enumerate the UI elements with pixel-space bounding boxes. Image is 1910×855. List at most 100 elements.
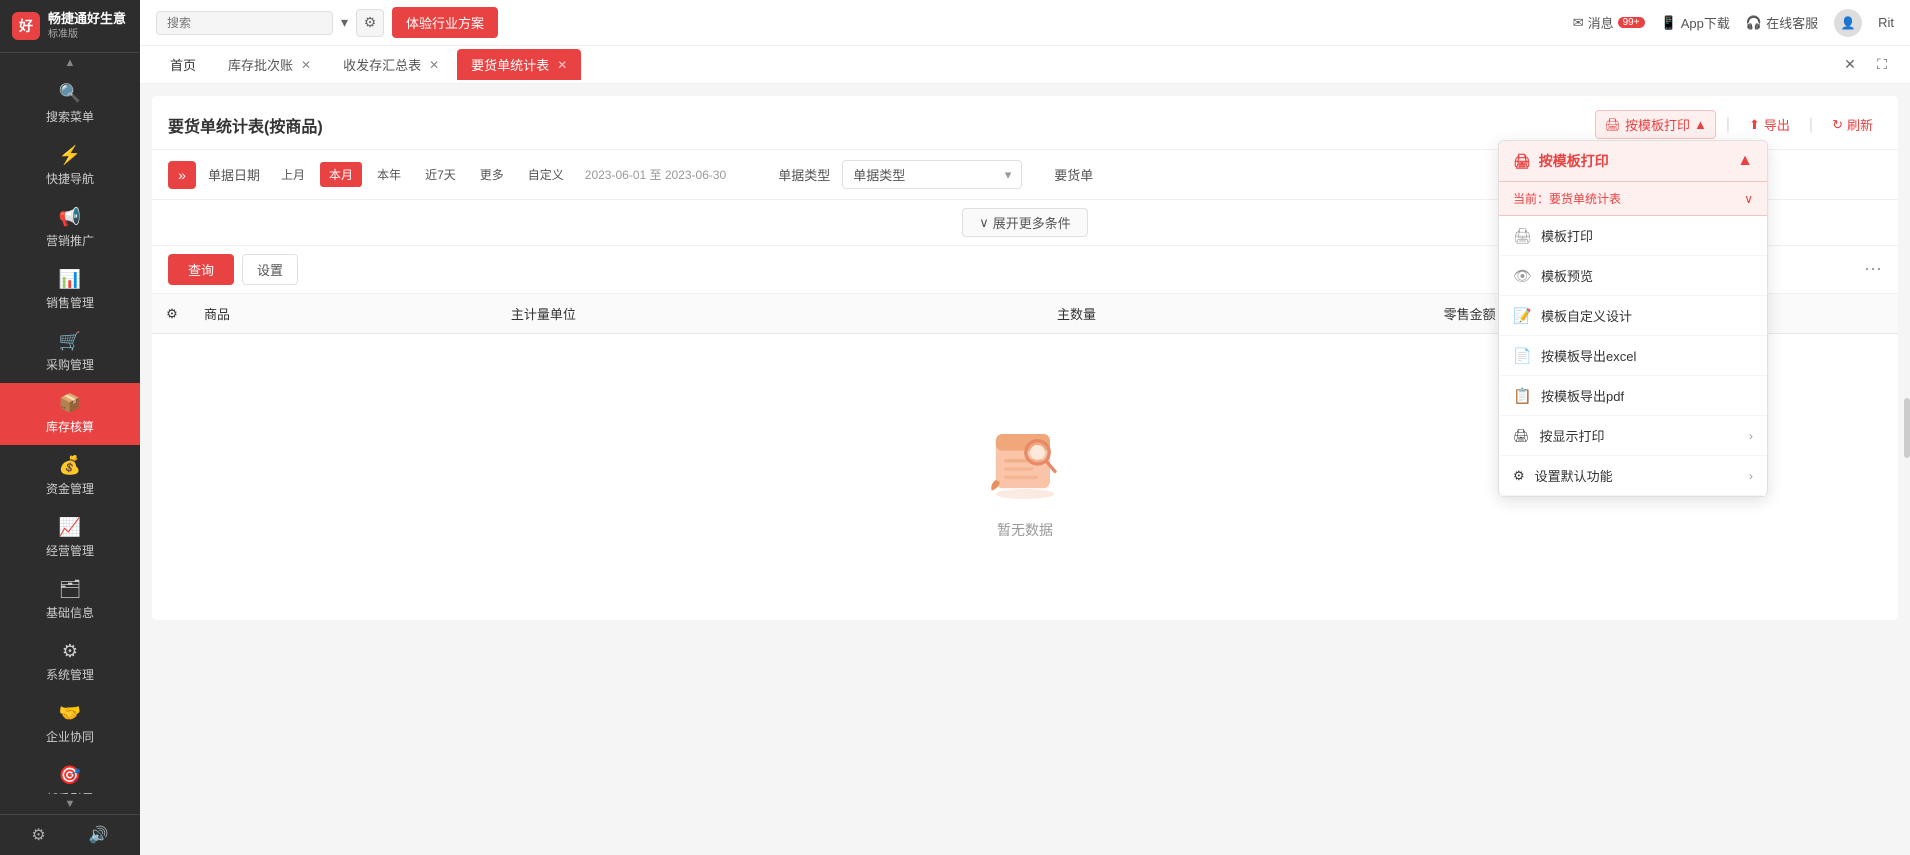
- order-goods-group: 要货单: [1054, 165, 1093, 184]
- date-btn-custom[interactable]: 自定义: [519, 162, 573, 187]
- inventory-icon: 📦: [59, 393, 81, 414]
- print-set-default-item[interactable]: ⚙ 设置默认功能 ›: [1499, 456, 1767, 496]
- message-btn[interactable]: ✉ 消息 99+: [1573, 13, 1645, 32]
- print-template-preview-item[interactable]: 👁 模板预览: [1499, 256, 1767, 296]
- header-settings-btn[interactable]: ⚙: [356, 9, 384, 37]
- order-type-dropdown[interactable]: 单据类型 ▾: [842, 160, 1022, 189]
- date-btn-prev-month[interactable]: 上月: [272, 162, 314, 187]
- template-print-icon: 🖨: [1513, 227, 1531, 245]
- date-btn-current-month[interactable]: 本月: [320, 162, 362, 187]
- print-template-pdf-item[interactable]: 📋 按模板导出pdf: [1499, 376, 1767, 416]
- action-divider-2: |: [1809, 116, 1813, 134]
- filter-expand-btn[interactable]: »: [168, 161, 196, 189]
- online-service-label: 在线客服: [1766, 13, 1818, 32]
- resize-handle[interactable]: [1904, 398, 1910, 458]
- sidebar-item-finance[interactable]: 💰 资金管理: [0, 445, 140, 507]
- page-area: 要货单统计表(按商品) 🖨 按模板打印 ▲ | ⬆ 导出 | ↻: [140, 84, 1910, 855]
- th-settings[interactable]: ⚙: [152, 294, 192, 334]
- date-btn-more[interactable]: 更多: [471, 162, 513, 187]
- message-badge: 99+: [1618, 17, 1645, 28]
- th-goods: 商品: [192, 294, 499, 334]
- print-dropdown-arrow: ▲: [1694, 117, 1707, 132]
- trial-btn[interactable]: 体验行业方案: [392, 7, 498, 38]
- window-close-btn[interactable]: ✕: [1838, 53, 1862, 77]
- set-default-arrow: ›: [1749, 469, 1753, 483]
- sidebar-item-guide[interactable]: 🎯 新手引导: [0, 755, 140, 794]
- marketing-icon: 📢: [59, 207, 81, 228]
- app-download-label: App下载: [1681, 13, 1730, 32]
- sidebar-label-finance: 资金管理: [46, 480, 94, 497]
- sidebar-item-marketing[interactable]: 📢 营销推广: [0, 197, 140, 259]
- window-controls: ✕ ⛶: [1838, 53, 1894, 77]
- print-template-excel-item[interactable]: 📄 按模板导出excel: [1499, 336, 1767, 376]
- sidebar-item-operation[interactable]: 📈 经营管理: [0, 507, 140, 569]
- print-template-custom-item[interactable]: 📝 模板自定义设计: [1499, 296, 1767, 336]
- export-icon: ⬆: [1749, 117, 1760, 133]
- order-goods-label: 要货单: [1054, 168, 1093, 183]
- online-service-icon: 🎧: [1746, 15, 1762, 31]
- print-template-print-item[interactable]: 🖨 模板打印: [1499, 216, 1767, 256]
- refresh-label: 刷新: [1847, 115, 1873, 134]
- tab-batch-account[interactable]: 库存批次账 ✕: [214, 49, 325, 80]
- print-label: 按模板打印: [1625, 115, 1690, 134]
- template-excel-icon: 📄: [1513, 347, 1531, 365]
- print-display-print-item[interactable]: 🖨 按显示打印 ›: [1499, 416, 1767, 456]
- settings-btn[interactable]: 设置: [242, 254, 298, 285]
- expand-more-btn[interactable]: ∨ 展开更多条件: [962, 208, 1088, 237]
- title-actions: 🖨 按模板打印 ▲ | ⬆ 导出 | ↻ 刷新: [1595, 110, 1882, 139]
- date-options: 上月 本月 本年 近7天 更多 自定义: [272, 162, 573, 187]
- print-dropdown-title-label: 按模板打印: [1539, 151, 1609, 171]
- header-right: ✉ 消息 99+ 📱 App下载 🎧 在线客服 👤 Rit: [1573, 9, 1894, 37]
- sidebar-item-collab[interactable]: 🤝 企业协同: [0, 693, 140, 755]
- current-template-label: 当前：要货单统计表: [1513, 190, 1621, 207]
- app-download-icon: 📱: [1661, 15, 1677, 31]
- sidebar-item-inventory[interactable]: 📦 库存核算: [0, 383, 140, 445]
- tab-order-stats-close[interactable]: ✕: [557, 58, 567, 72]
- tab-collection-summary-close[interactable]: ✕: [429, 58, 439, 72]
- system-icon: ⚙: [62, 641, 78, 662]
- print-btn[interactable]: 🖨 按模板打印 ▲: [1595, 110, 1715, 139]
- sidebar-item-search[interactable]: 🔍 搜索菜单: [0, 73, 140, 135]
- th-unit: 主计量单位: [499, 294, 1045, 334]
- tab-order-stats[interactable]: 要货单统计表 ✕: [457, 49, 581, 80]
- tab-home-label: 首页: [170, 55, 196, 74]
- refresh-btn[interactable]: ↻ 刷新: [1823, 110, 1882, 139]
- sidebar-label-marketing: 营销推广: [46, 232, 94, 249]
- sidebar-item-system[interactable]: ⚙ 系统管理: [0, 631, 140, 693]
- print-dropdown-close-btn[interactable]: ▲: [1737, 152, 1753, 170]
- sidebar-label-purchase: 采购管理: [46, 356, 94, 373]
- footer-audio-icon[interactable]: 🔊: [89, 825, 109, 845]
- more-options-btn[interactable]: ⋯: [1864, 259, 1882, 280]
- online-service-btn[interactable]: 🎧 在线客服: [1746, 13, 1818, 32]
- query-btn[interactable]: 查询: [168, 254, 234, 285]
- sidebar-item-sales[interactable]: 📊 销售管理: [0, 259, 140, 321]
- sidebar: 好 畅捷通好生意 标准版 ▲ 🔍 搜索菜单 ⚡ 快捷导航 📢 营销推广 📊 销售…: [0, 0, 140, 855]
- collab-icon: 🤝: [59, 703, 81, 724]
- date-btn-current-year[interactable]: 本年: [368, 162, 410, 187]
- scroll-down-arrow[interactable]: ▼: [0, 794, 140, 814]
- page-content: 要货单统计表(按商品) 🖨 按模板打印 ▲ | ⬆ 导出 | ↻: [152, 96, 1898, 620]
- sidebar-item-purchase[interactable]: 🛒 采购管理: [0, 321, 140, 383]
- current-template-arrow: ∨: [1744, 192, 1753, 206]
- th-qty: 主数量: [1045, 294, 1432, 334]
- window-max-btn[interactable]: ⛶: [1870, 53, 1894, 77]
- date-btn-last-7-days[interactable]: 近7天: [416, 162, 465, 187]
- sidebar-nav: 🔍 搜索菜单 ⚡ 快捷导航 📢 营销推广 📊 销售管理 🛒 采购管理 📦 库存核…: [0, 73, 140, 794]
- print-dropdown-current[interactable]: 当前：要货单统计表 ∨: [1499, 182, 1767, 216]
- sidebar-item-basic[interactable]: 🗂 基础信息: [0, 569, 140, 631]
- export-btn[interactable]: ⬆ 导出: [1740, 110, 1799, 139]
- template-print-label: 模板打印: [1541, 226, 1593, 245]
- header-dropdown-arrow[interactable]: ▾: [341, 14, 348, 31]
- search-input[interactable]: [156, 11, 333, 35]
- app-download-btn[interactable]: 📱 App下载: [1661, 13, 1730, 32]
- tab-collection-summary[interactable]: 收发存汇总表 ✕: [329, 49, 453, 80]
- footer-settings-icon[interactable]: ⚙: [31, 825, 45, 845]
- order-type-group: 单据类型: [778, 165, 830, 184]
- user-avatar[interactable]: 👤: [1834, 9, 1862, 37]
- sidebar-label-system: 系统管理: [46, 666, 94, 683]
- tab-home[interactable]: 首页: [156, 49, 210, 80]
- scroll-up-arrow[interactable]: ▲: [0, 53, 140, 73]
- date-label: 单据日期: [208, 165, 260, 184]
- sidebar-item-quick-nav[interactable]: ⚡ 快捷导航: [0, 135, 140, 197]
- tab-batch-account-close[interactable]: ✕: [301, 58, 311, 72]
